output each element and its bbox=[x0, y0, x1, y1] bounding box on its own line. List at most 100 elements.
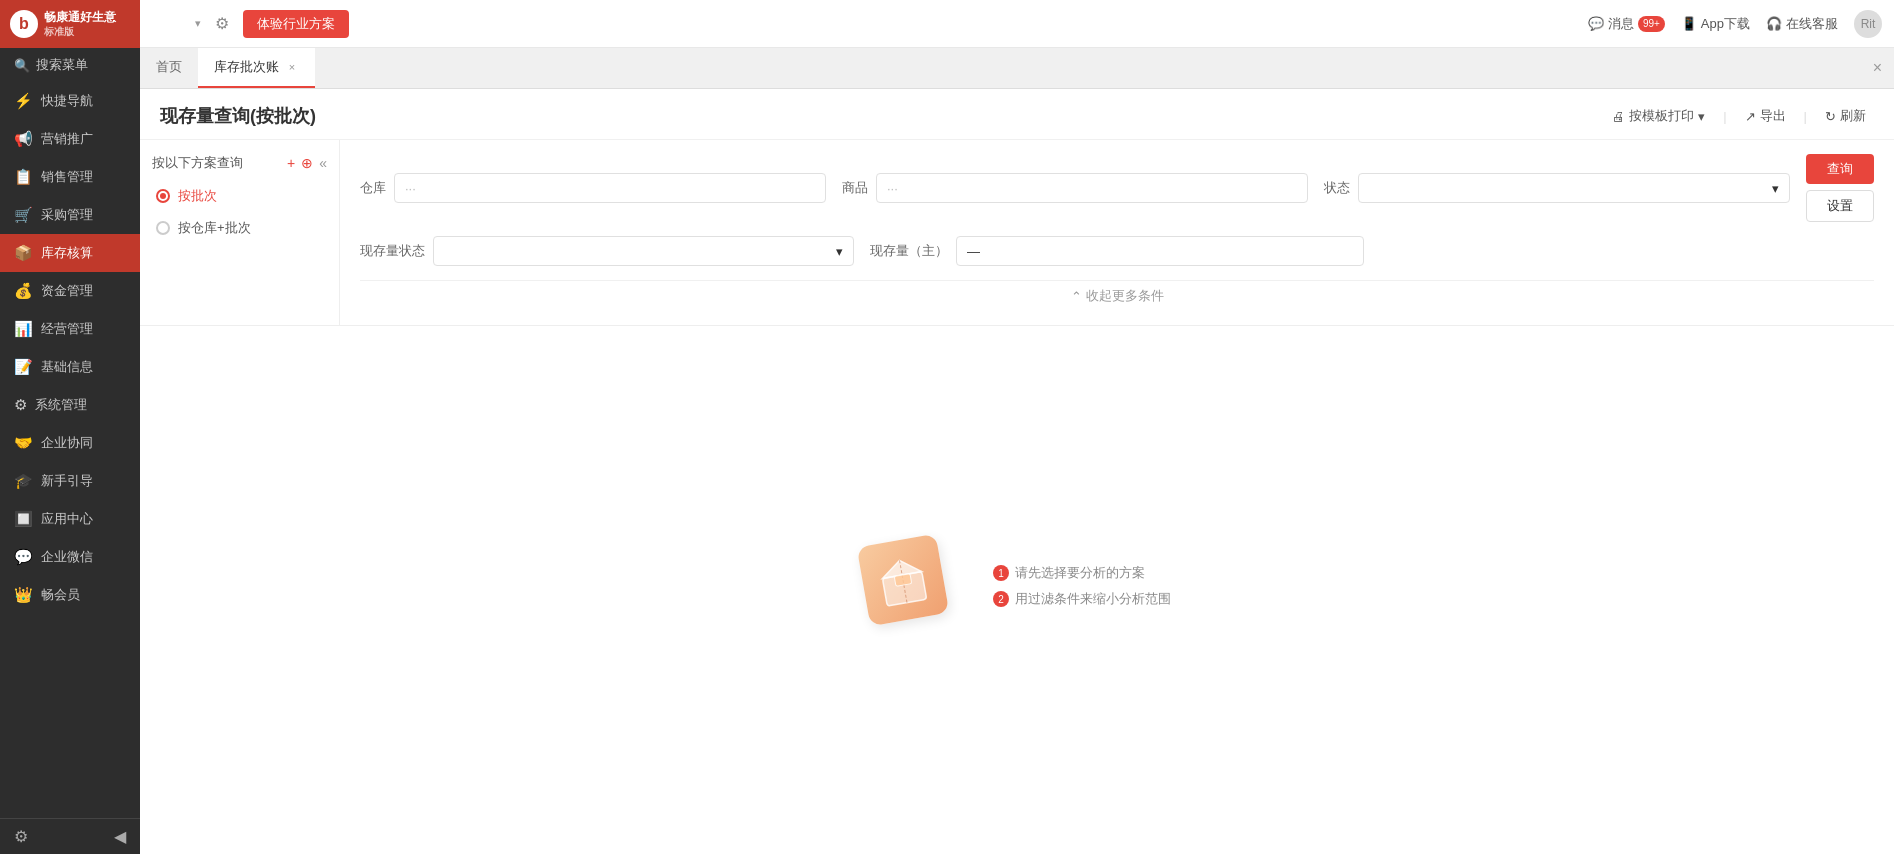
status-input[interactable]: ▾ bbox=[1358, 173, 1790, 203]
sidebar-item-apps[interactable]: 🔲 应用中心 bbox=[0, 500, 140, 538]
filter-option-by-warehouse-batch[interactable]: 按仓库+批次 bbox=[140, 212, 339, 244]
sidebar-item-ops[interactable]: 📊 经营管理 bbox=[0, 310, 140, 348]
sidebar-item-wechat[interactable]: 💬 企业微信 bbox=[0, 538, 140, 576]
filter-option-label: 按批次 bbox=[178, 187, 217, 205]
warehouse-field: 仓库 ··· bbox=[360, 173, 826, 203]
search-icon: 🔍 bbox=[14, 58, 30, 73]
empty-tips: 1 请先选择要分析的方案 2 用过滤条件来缩小分析范围 bbox=[993, 564, 1171, 616]
filter-settings-icon[interactable]: ⊕ bbox=[301, 155, 313, 171]
topbar-gear-icon[interactable]: ⚙ bbox=[211, 10, 233, 37]
topbar-right: 💬 消息 99+ 📱 App下载 🎧 在线客服 Rit bbox=[1588, 10, 1882, 38]
filter-row-1: 仓库 ··· 商品 ··· 状态 bbox=[360, 154, 1874, 222]
sidebar-collapse-icon[interactable]: ◀ bbox=[114, 827, 126, 846]
breadcrumb-chevron: ▾ bbox=[195, 17, 201, 30]
member-icon: 👑 bbox=[14, 586, 33, 604]
settings-button[interactable]: 设置 bbox=[1806, 190, 1874, 222]
sidebar-item-label: 采购管理 bbox=[41, 206, 93, 224]
tab-bar: 首页 库存批次账 × × bbox=[140, 48, 1894, 89]
sidebar-search-label: 搜索菜单 bbox=[36, 56, 88, 74]
app-download-label: App下载 bbox=[1701, 15, 1750, 33]
tab-batch-account-label: 库存批次账 bbox=[214, 58, 279, 76]
stock-status-input[interactable]: ▾ bbox=[433, 236, 854, 266]
stock-status-chevron: ▾ bbox=[836, 244, 843, 259]
sidebar-search[interactable]: 🔍 搜索菜单 bbox=[0, 48, 140, 82]
refresh-label: 刷新 bbox=[1840, 107, 1866, 125]
print-icon: 🖨 bbox=[1612, 109, 1625, 124]
product-input[interactable]: ··· bbox=[876, 173, 1308, 203]
filter-add-icon[interactable]: + bbox=[287, 155, 295, 171]
breadcrumb: ▾ bbox=[152, 15, 201, 33]
collapse-more-button[interactable]: ⌃ 收起更多条件 bbox=[360, 280, 1874, 311]
user-avatar: Rit bbox=[1854, 10, 1882, 38]
filter-sidebar: 按以下方案查询 + ⊕ « 按批次 按仓库+批次 bbox=[140, 140, 340, 325]
export-button[interactable]: ↗ 导出 bbox=[1737, 103, 1794, 129]
sidebar-item-sales[interactable]: 📋 销售管理 bbox=[0, 158, 140, 196]
warehouse-label: 仓库 bbox=[360, 179, 386, 197]
app-name: 畅康通好生意 bbox=[44, 10, 116, 26]
sidebar-settings-icon[interactable]: ⚙ bbox=[14, 827, 28, 846]
sidebar-item-label: 营销推广 bbox=[41, 130, 93, 148]
refresh-icon: ↻ bbox=[1825, 109, 1836, 124]
sidebar-item-label: 应用中心 bbox=[41, 510, 93, 528]
sidebar-item-member[interactable]: 👑 畅会员 bbox=[0, 576, 140, 614]
sidebar-item-system[interactable]: ⚙ 系统管理 bbox=[0, 386, 140, 424]
stock-amount-input[interactable]: — bbox=[956, 236, 1364, 266]
refresh-button[interactable]: ↻ 刷新 bbox=[1817, 103, 1874, 129]
main-area: 首页 库存批次账 × × 现存量查询(按批次) 🖨 按模板打印 ▾ | ↗ 导出 bbox=[140, 48, 1894, 854]
online-service-button[interactable]: 🎧 在线客服 bbox=[1766, 15, 1838, 33]
tip-2-text: 用过滤条件来缩小分析范围 bbox=[1015, 590, 1171, 608]
sidebar-item-inventory[interactable]: 📦 库存核算 bbox=[0, 234, 140, 272]
sidebar-item-label: 基础信息 bbox=[41, 358, 93, 376]
print-template-button[interactable]: 🖨 按模板打印 ▾ bbox=[1604, 103, 1713, 129]
export-label: 导出 bbox=[1760, 107, 1786, 125]
page-content: 现存量查询(按批次) 🖨 按模板打印 ▾ | ↗ 导出 | ↻ 刷新 bbox=[140, 89, 1894, 854]
print-template-label: 按模板打印 bbox=[1629, 107, 1694, 125]
basic-icon: 📝 bbox=[14, 358, 33, 376]
tab-batch-account[interactable]: 库存批次账 × bbox=[198, 48, 315, 88]
tab-home-label: 首页 bbox=[156, 58, 182, 76]
sidebar-item-label: 系统管理 bbox=[35, 396, 87, 414]
stock-amount-label: 现存量（主） bbox=[870, 242, 948, 260]
user-menu[interactable]: Rit bbox=[1854, 10, 1882, 38]
sidebar-item-newbie[interactable]: 🎓 新手引导 bbox=[0, 462, 140, 500]
sidebar: b 畅康通好生意 标准版 🔍 搜索菜单 ⚡ 快捷导航 📢 营销推广 📋 销售管理… bbox=[0, 0, 140, 854]
box-svg bbox=[868, 545, 938, 615]
inventory-icon: 📦 bbox=[14, 244, 33, 262]
empty-illustration bbox=[857, 534, 950, 627]
collapse-up-icon: ⌃ bbox=[1071, 289, 1082, 304]
sidebar-item-label: 销售管理 bbox=[41, 168, 93, 186]
filter-collapse-left-icon[interactable]: « bbox=[319, 155, 327, 171]
tab-bar-close-button[interactable]: × bbox=[1861, 59, 1894, 77]
filter-option-by-batch[interactable]: 按批次 bbox=[140, 180, 339, 212]
tab-home[interactable]: 首页 bbox=[140, 48, 198, 88]
warehouse-input[interactable]: ··· bbox=[394, 173, 826, 203]
sidebar-item-label: 畅会员 bbox=[41, 586, 80, 604]
sidebar-item-purchase[interactable]: 🛒 采购管理 bbox=[0, 196, 140, 234]
filter-sidebar-header: 按以下方案查询 + ⊕ « bbox=[140, 150, 339, 180]
sidebar-item-enterprise[interactable]: 🤝 企业协同 bbox=[0, 424, 140, 462]
page-header-actions: 🖨 按模板打印 ▾ | ↗ 导出 | ↻ 刷新 bbox=[1604, 103, 1874, 129]
sidebar-item-basic[interactable]: 📝 基础信息 bbox=[0, 348, 140, 386]
sidebar-item-marketing[interactable]: 📢 营销推广 bbox=[0, 120, 140, 158]
quick-nav-icon: ⚡ bbox=[14, 92, 33, 110]
filter-area: 按以下方案查询 + ⊕ « 按批次 按仓库+批次 bbox=[140, 140, 1894, 326]
sidebar-item-label: 新手引导 bbox=[41, 472, 93, 490]
sidebar-item-finance[interactable]: 💰 资金管理 bbox=[0, 272, 140, 310]
trial-button[interactable]: 体验行业方案 bbox=[243, 10, 349, 38]
divider2: | bbox=[1804, 109, 1807, 124]
message-icon: 💬 bbox=[1588, 16, 1604, 31]
filter-main: 仓库 ··· 商品 ··· 状态 bbox=[340, 140, 1894, 325]
app-download-button[interactable]: 📱 App下载 bbox=[1681, 15, 1750, 33]
sidebar-item-quick-nav[interactable]: ⚡ 快捷导航 bbox=[0, 82, 140, 120]
sidebar-nav: ⚡ 快捷导航 📢 营销推广 📋 销售管理 🛒 采购管理 📦 库存核算 💰 资金管… bbox=[0, 82, 140, 818]
export-icon: ↗ bbox=[1745, 109, 1756, 124]
sidebar-item-label: 企业协同 bbox=[41, 434, 93, 452]
tip-1-text: 请先选择要分析的方案 bbox=[1015, 564, 1145, 582]
query-button[interactable]: 查询 bbox=[1806, 154, 1874, 184]
message-button[interactable]: 💬 消息 99+ bbox=[1588, 15, 1665, 33]
tip-2-num: 2 bbox=[993, 591, 1009, 607]
status-field: 状态 ▾ bbox=[1324, 173, 1790, 203]
empty-state: 1 请先选择要分析的方案 2 用过滤条件来缩小分析范围 bbox=[140, 326, 1894, 854]
page-header: 现存量查询(按批次) 🖨 按模板打印 ▾ | ↗ 导出 | ↻ 刷新 bbox=[140, 89, 1894, 140]
tab-close-icon[interactable]: × bbox=[285, 60, 299, 74]
